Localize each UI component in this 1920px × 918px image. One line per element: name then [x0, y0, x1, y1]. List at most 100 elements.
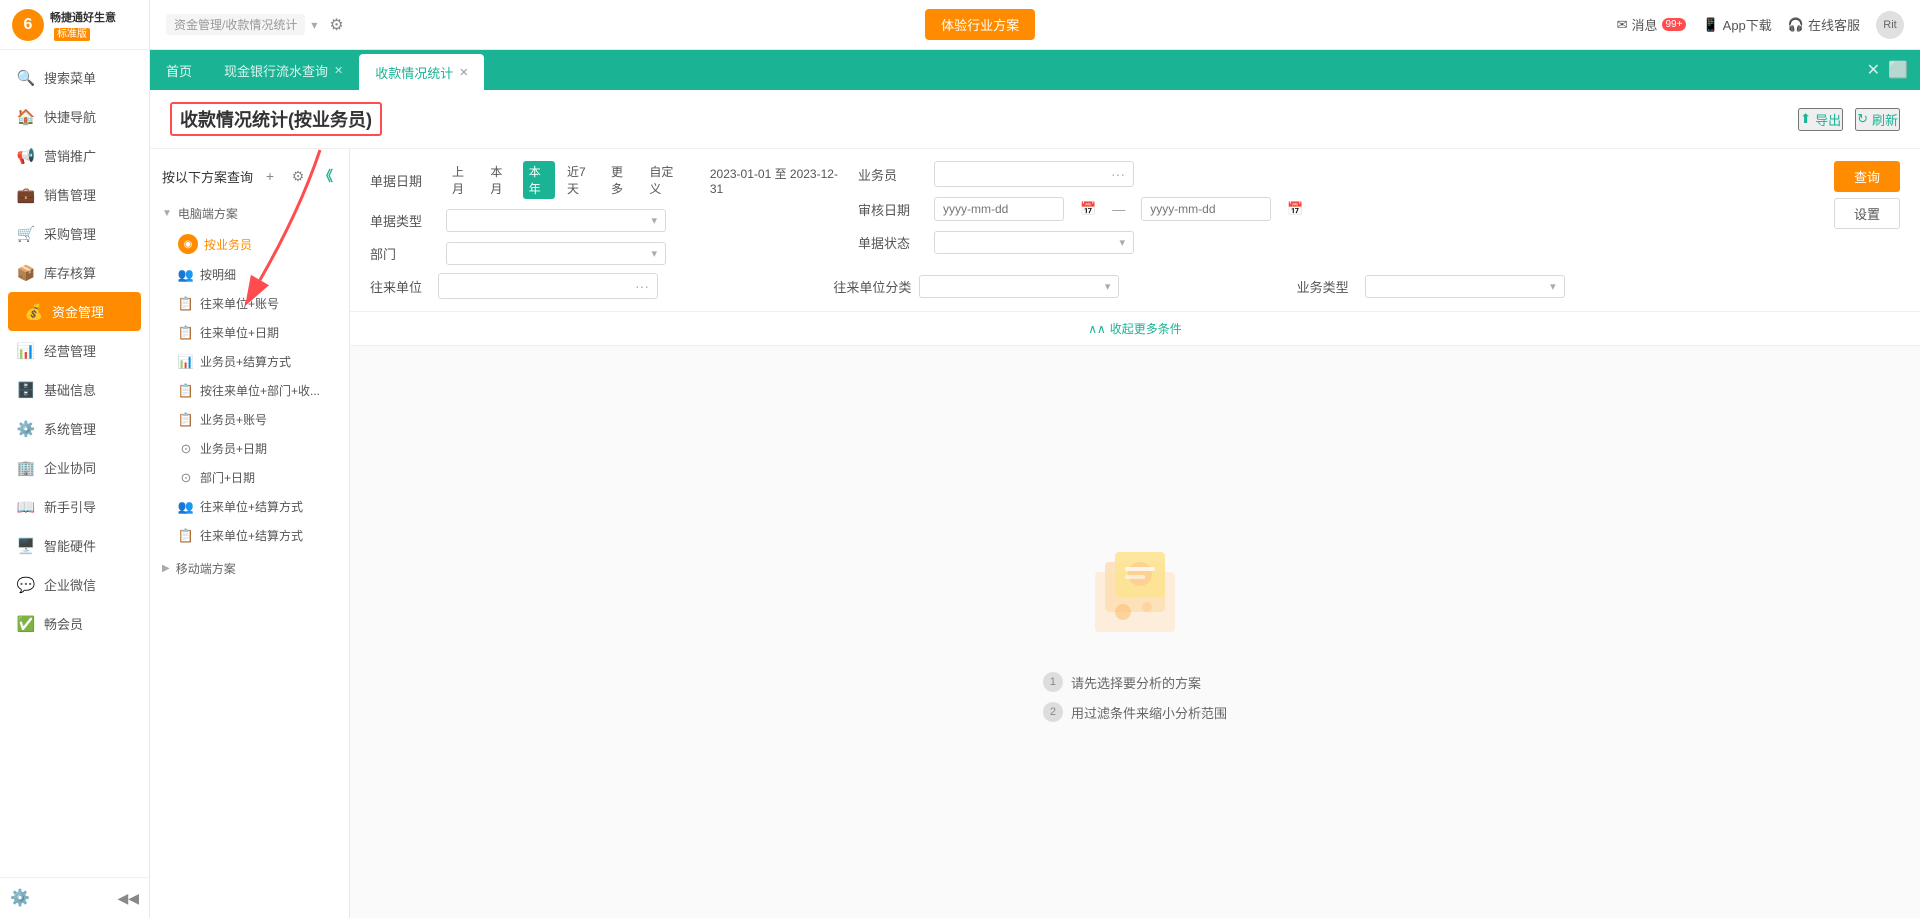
counterpart-dots[interactable]: ··· — [635, 278, 649, 294]
tab-bank-flow[interactable]: 现金银行流水查询 ✕ — [208, 50, 359, 90]
sidebar-item-system[interactable]: ⚙️ 系统管理 — [0, 409, 149, 448]
add-scheme-btn[interactable]: + — [259, 165, 281, 187]
settings-scheme-btn[interactable]: ⚙ — [287, 165, 309, 187]
business-type-select[interactable]: ▾ — [1365, 275, 1565, 298]
sidebar-nav: 🔍 搜索菜单 🏠 快捷导航 📢 营销推广 💼 销售管理 🛒 采购管理 📦 库存核… — [0, 50, 149, 877]
footer-collapse-icon[interactable]: ◀◀ — [117, 890, 139, 907]
more-btn[interactable]: 更多 — [605, 161, 637, 199]
salesperson-label: 业务员 — [858, 165, 918, 184]
export-button[interactable]: ⬆ 导出 — [1798, 108, 1843, 131]
collapse-scheme-btn[interactable]: 《 — [315, 165, 337, 187]
filter-row-1: 单据日期 上月 本月 本年 近7天 更多 自定义 2023-01-01 至 20… — [370, 161, 838, 199]
scheme-group-desktop-title[interactable]: ▼ 电脑端方案 — [150, 199, 349, 228]
footer-settings-icon[interactable]: ⚙️ — [10, 888, 30, 908]
counterpart-category-select[interactable]: ▾ — [919, 275, 1119, 298]
sidebar-item-purchase[interactable]: 🛒 采购管理 — [0, 214, 149, 253]
sidebar-item-finance[interactable]: 💰 资金管理 — [8, 292, 141, 331]
scheme-item-unit-account[interactable]: 📋 往来单位+账号 — [150, 289, 349, 318]
sidebar-item-operations[interactable]: 📊 经营管理 — [0, 331, 149, 370]
scheme-item-by-detail[interactable]: 👥 按明细 — [150, 260, 349, 289]
unit-date-icon: 📋 — [178, 325, 194, 341]
last-month-btn[interactable]: 上月 — [446, 161, 478, 199]
calendar-end-icon[interactable]: 📅 — [1287, 201, 1303, 217]
window-maximize-btn[interactable]: ⬜ — [1888, 60, 1908, 80]
sidebar-item-wechat[interactable]: 💬 企业微信 — [0, 565, 149, 604]
doc-type-arrow: ▾ — [651, 214, 657, 227]
salesperson-select[interactable]: ··· — [934, 161, 1134, 187]
scheme-item-by-salesperson[interactable]: ◉ 按业务员 — [150, 228, 349, 260]
sidebar-item-search[interactable]: 🔍 搜索菜单 — [0, 58, 149, 97]
system-icon: ⚙️ — [16, 420, 36, 438]
group-arrow-desktop: ▼ — [162, 208, 172, 219]
filter-row-review-date: 审核日期 📅 — 📅 — [858, 197, 1326, 221]
review-date-start[interactable] — [934, 197, 1064, 221]
sidebar-item-hardware[interactable]: 🖥️ 智能硬件 — [0, 526, 149, 565]
scheme-item-dept-date[interactable]: ⊙ 部门+日期 — [150, 463, 349, 492]
app-download-item[interactable]: 📱 App下载 — [1702, 15, 1771, 34]
custom-btn[interactable]: 自定义 — [643, 161, 686, 199]
doc-status-select[interactable]: ▾ — [934, 231, 1134, 254]
this-year-btn[interactable]: 本年 — [523, 161, 555, 199]
counterpart-select[interactable]: ··· — [438, 273, 658, 299]
salesperson-dots[interactable]: ··· — [1111, 166, 1125, 182]
sidebar-item-inventory[interactable]: 📦 库存核算 — [0, 253, 149, 292]
scheme-item-unit-settlement1[interactable]: 👥 往来单位+结算方式 — [150, 492, 349, 521]
last-7days-btn[interactable]: 近7天 — [561, 161, 599, 199]
business-type-label: 业务类型 — [1297, 277, 1357, 296]
export-icon: ⬆ — [1800, 111, 1811, 127]
window-close-btn[interactable]: ✕ — [1867, 60, 1880, 80]
salesperson-date-icon: ⊙ — [178, 441, 194, 457]
calendar-start-icon[interactable]: 📅 — [1080, 201, 1096, 217]
wechat-icon: 💬 — [16, 576, 36, 594]
scheme-item-unit-date[interactable]: 📋 往来单位+日期 — [150, 318, 349, 347]
enterprise-icon: 🏢 — [16, 459, 36, 477]
scheme-group-mobile-title[interactable]: ▶ 移动端方案 — [150, 554, 349, 583]
doc-type-select[interactable]: ▾ — [446, 209, 666, 232]
sidebar-item-guide[interactable]: 📖 新手引导 — [0, 487, 149, 526]
empty-illustration — [1075, 532, 1195, 652]
date-quick-buttons: 上月 本月 本年 近7天 更多 自定义 — [446, 161, 686, 199]
refresh-button[interactable]: ↻ 刷新 — [1855, 108, 1900, 131]
sidebar-item-enterprise[interactable]: 🏢 企业协同 — [0, 448, 149, 487]
scheme-group-desktop: ▼ 电脑端方案 ◉ 按业务员 👥 按明细 📋 往来单位+账号 📋 往来 — [150, 199, 349, 550]
query-button[interactable]: 查询 — [1834, 161, 1900, 192]
scheme-item-salesperson-account[interactable]: 📋 业务员+账号 — [150, 405, 349, 434]
dept-select[interactable]: ▾ — [446, 242, 666, 265]
filter-area: 单据日期 上月 本月 本年 近7天 更多 自定义 2023-01-01 至 20… — [350, 149, 1920, 312]
refresh-icon: ↻ — [1857, 111, 1868, 127]
scheme-item-unit-settlement2[interactable]: 📋 往来单位+结算方式 — [150, 521, 349, 550]
tab-bank-flow-close[interactable]: ✕ — [334, 64, 343, 77]
sidebar-item-member[interactable]: ✅ 畅会员 — [0, 604, 149, 643]
tab-collection-stats[interactable]: 收款情况统计 ✕ — [359, 54, 484, 90]
main-content: 资金管理/收款情况统计 ▾ ⚙ 体验行业方案 ✉ 消息 99+ 📱 App下载 … — [150, 0, 1920, 918]
sidebar-item-basic[interactable]: 🗄️ 基础信息 — [0, 370, 149, 409]
online-service-item[interactable]: 🎧 在线客服 — [1788, 15, 1860, 34]
top-header: 资金管理/收款情况统计 ▾ ⚙ 体验行业方案 ✉ 消息 99+ 📱 App下载 … — [150, 0, 1920, 50]
header-settings-icon[interactable]: ⚙ — [329, 15, 343, 35]
user-avatar[interactable]: Rit — [1876, 11, 1904, 39]
review-date-end[interactable] — [1141, 197, 1271, 221]
sidebar-item-sales[interactable]: 💼 销售管理 — [0, 175, 149, 214]
settings-button[interactable]: 设置 — [1834, 198, 1900, 229]
this-month-btn[interactable]: 本月 — [484, 161, 516, 199]
tab-collection-stats-close[interactable]: ✕ — [459, 66, 468, 79]
scheme-item-unit-dept-collection[interactable]: 📋 按往来单位+部门+收... — [150, 376, 349, 405]
breadcrumb: 资金管理/收款情况统计 ▾ — [166, 14, 317, 35]
collapse-button[interactable]: ∧∧ 收起更多条件 — [1088, 320, 1182, 337]
home-icon: 🏠 — [16, 108, 36, 126]
salesperson-account-icon: 📋 — [178, 412, 194, 428]
tab-home[interactable]: 首页 — [150, 50, 208, 90]
trial-button[interactable]: 体验行业方案 — [925, 9, 1035, 40]
member-icon: ✅ — [16, 615, 36, 633]
message-item[interactable]: ✉ 消息 99+ — [1617, 15, 1687, 34]
filter-row-doc-status: 单据状态 ▾ — [858, 231, 1326, 254]
scheme-item-salesperson-date[interactable]: ⊙ 业务员+日期 — [150, 434, 349, 463]
sidebar-item-marketing[interactable]: 📢 营销推广 — [0, 136, 149, 175]
breadcrumb-arrow: ▾ — [311, 18, 317, 32]
tab-collection-stats-label: 收款情况统计 — [375, 63, 453, 82]
sidebar-item-quick-nav[interactable]: 🏠 快捷导航 — [0, 97, 149, 136]
doc-type-label: 单据类型 — [370, 211, 430, 230]
scheme-group-mobile: ▶ 移动端方案 — [150, 554, 349, 583]
scheme-item-salesperson-settlement[interactable]: 📊 业务员+结算方式 — [150, 347, 349, 376]
message-badge: 99+ — [1662, 18, 1687, 31]
